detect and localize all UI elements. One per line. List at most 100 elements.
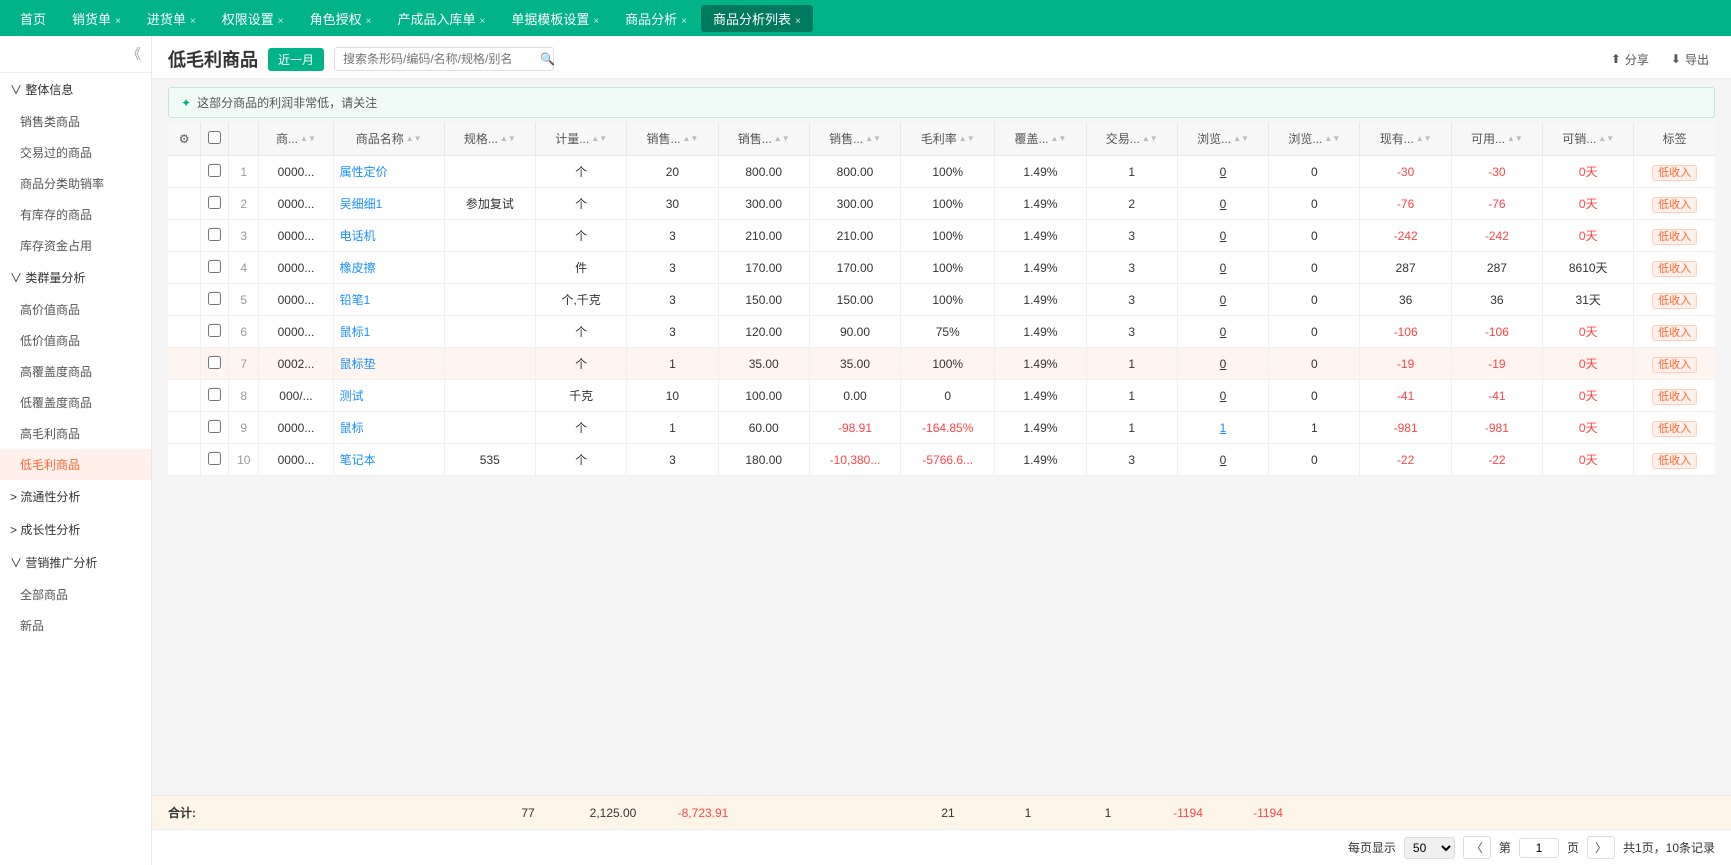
nav-close-icon[interactable]: × <box>593 16 599 27</box>
td-browse1[interactable]: 1 <box>1177 412 1268 444</box>
td-checkbox[interactable] <box>201 412 229 444</box>
td-browse1[interactable]: 0 <box>1177 252 1268 284</box>
nav-item-首页[interactable]: 首页 <box>8 5 58 32</box>
td-name[interactable]: 铅笔1 <box>333 284 444 316</box>
th-browse2[interactable]: 浏览...▲▼ <box>1269 122 1360 156</box>
nav-item-销货单[interactable]: 销货单× <box>60 5 133 32</box>
nav-close-icon[interactable]: × <box>795 16 801 27</box>
td-name[interactable]: 橡皮擦 <box>333 252 444 284</box>
th-checkbox[interactable] <box>201 122 229 156</box>
td-checkbox[interactable] <box>201 284 229 316</box>
td-checkbox[interactable] <box>201 444 229 476</box>
sidebar-group-营销推广分析[interactable]: ∨ 营销推广分析 <box>0 546 151 579</box>
nav-item-产成品入库单[interactable]: 产成品入库单× <box>385 5 497 32</box>
nav-close-icon[interactable]: × <box>190 16 196 27</box>
export-button[interactable]: ⬇ 导出 <box>1665 48 1715 71</box>
td-checkbox[interactable] <box>201 220 229 252</box>
td-name[interactable]: 电话机 <box>333 220 444 252</box>
th-gross-rate[interactable]: 毛利率▲▼ <box>901 122 995 156</box>
td-browse1[interactable]: 0 <box>1177 444 1268 476</box>
row-checkbox[interactable] <box>208 196 221 209</box>
th-saleable[interactable]: 可销...▲▼ <box>1543 122 1634 156</box>
td-browse1[interactable]: 0 <box>1177 380 1268 412</box>
td-checkbox[interactable] <box>201 188 229 220</box>
sidebar-group-类群量分析[interactable]: ∨ 类群量分析 <box>0 261 151 294</box>
th-sales-price[interactable]: 销售...▲▼ <box>718 122 809 156</box>
sidebar-item-商品分类助销率[interactable]: 商品分类助销率 <box>0 168 151 199</box>
td-checkbox[interactable] <box>201 380 229 412</box>
sidebar-item-销售类商品[interactable]: 销售类商品 <box>0 106 151 137</box>
td-checkbox[interactable] <box>201 156 229 188</box>
td-name[interactable]: 属性定价 <box>333 156 444 188</box>
th-settings[interactable]: ⚙ <box>168 122 201 156</box>
nav-item-商品分析[interactable]: 商品分析× <box>613 5 699 32</box>
sidebar-item-低覆盖度商品[interactable]: 低覆盖度商品 <box>0 387 151 418</box>
th-unit[interactable]: 计量...▲▼ <box>535 122 626 156</box>
th-cover-rate[interactable]: 覆盖...▲▼ <box>995 122 1086 156</box>
row-checkbox[interactable] <box>208 164 221 177</box>
row-checkbox[interactable] <box>208 420 221 433</box>
sidebar-group-整体信息[interactable]: ∨ 整体信息 <box>0 73 151 106</box>
th-trade-count[interactable]: 交易...▲▼ <box>1086 122 1177 156</box>
nav-close-icon[interactable]: × <box>115 16 121 27</box>
next-page-button[interactable]: 〉 <box>1587 836 1615 859</box>
sidebar-item-交易过的商品[interactable]: 交易过的商品 <box>0 137 151 168</box>
sidebar-item-新品[interactable]: 新品 <box>0 610 151 641</box>
row-checkbox[interactable] <box>208 452 221 465</box>
sidebar-item-全部商品[interactable]: 全部商品 <box>0 579 151 610</box>
td-name[interactable]: 测试 <box>333 380 444 412</box>
th-sales-qty[interactable]: 销售...▲▼ <box>627 122 718 156</box>
td-browse1[interactable]: 0 <box>1177 220 1268 252</box>
th-available[interactable]: 可用...▲▼ <box>1451 122 1542 156</box>
search-input[interactable] <box>334 47 554 71</box>
th-sales-profit[interactable]: 销售...▲▼ <box>809 122 900 156</box>
sidebar-item-库存资金占用[interactable]: 库存资金占用 <box>0 230 151 261</box>
sidebar-group-成长性分析[interactable]: > 成长性分析 <box>0 513 151 546</box>
nav-item-单据模板设置[interactable]: 单据模板设置× <box>499 5 611 32</box>
row-checkbox[interactable] <box>208 228 221 241</box>
td-name[interactable]: 笔记本 <box>333 444 444 476</box>
sidebar-item-低毛利商品[interactable]: 低毛利商品 <box>0 449 151 480</box>
table-container[interactable]: ⚙ 商...▲▼ 商品名称▲▼ 规格...▲▼ 计量...▲▼ 销售...▲▼ … <box>152 122 1731 795</box>
sidebar-group-流通性分析[interactable]: > 流通性分析 <box>0 480 151 513</box>
td-checkbox[interactable] <box>201 252 229 284</box>
td-browse1[interactable]: 0 <box>1177 348 1268 380</box>
nav-item-进货单[interactable]: 进货单× <box>135 5 208 32</box>
nav-item-权限设置[interactable]: 权限设置× <box>210 5 296 32</box>
sidebar-item-低价值商品[interactable]: 低价值商品 <box>0 325 151 356</box>
nav-close-icon[interactable]: × <box>366 16 372 27</box>
td-name[interactable]: 鼠标垫 <box>333 348 444 380</box>
row-checkbox[interactable] <box>208 388 221 401</box>
page-size-select[interactable]: 50 100 200 <box>1404 837 1455 859</box>
sidebar-collapse-button[interactable]: 《 <box>127 44 141 64</box>
settings-icon[interactable]: ⚙ <box>179 132 190 146</box>
th-spec[interactable]: 规格...▲▼ <box>444 122 535 156</box>
row-checkbox[interactable] <box>208 292 221 305</box>
td-name[interactable]: 鼠标1 <box>333 316 444 348</box>
page-number-input[interactable] <box>1519 838 1559 858</box>
nav-item-角色授权[interactable]: 角色授权× <box>298 5 384 32</box>
select-all-checkbox[interactable] <box>208 131 221 144</box>
th-code[interactable]: 商...▲▼ <box>259 122 333 156</box>
nav-close-icon[interactable]: × <box>681 16 687 27</box>
prev-page-button[interactable]: 〈 <box>1463 836 1491 859</box>
th-name[interactable]: 商品名称▲▼ <box>333 122 444 156</box>
row-checkbox[interactable] <box>208 260 221 273</box>
sidebar-item-高毛利商品[interactable]: 高毛利商品 <box>0 418 151 449</box>
td-checkbox[interactable] <box>201 316 229 348</box>
nav-close-icon[interactable]: × <box>278 16 284 27</box>
share-button[interactable]: ⬆ 分享 <box>1605 48 1655 71</box>
td-checkbox[interactable] <box>201 348 229 380</box>
td-browse1[interactable]: 0 <box>1177 156 1268 188</box>
sidebar-item-高价值商品[interactable]: 高价值商品 <box>0 294 151 325</box>
nav-close-icon[interactable]: × <box>479 16 485 27</box>
td-name[interactable]: 吴细细1 <box>333 188 444 220</box>
row-checkbox[interactable] <box>208 324 221 337</box>
td-browse1[interactable]: 0 <box>1177 316 1268 348</box>
sidebar-item-有库存的商品[interactable]: 有库存的商品 <box>0 199 151 230</box>
sidebar-item-高覆盖度商品[interactable]: 高覆盖度商品 <box>0 356 151 387</box>
td-name[interactable]: 鼠标 <box>333 412 444 444</box>
filter-button[interactable]: 近一月 <box>268 48 324 71</box>
td-browse1[interactable]: 0 <box>1177 284 1268 316</box>
th-current-stock[interactable]: 现有...▲▼ <box>1360 122 1451 156</box>
